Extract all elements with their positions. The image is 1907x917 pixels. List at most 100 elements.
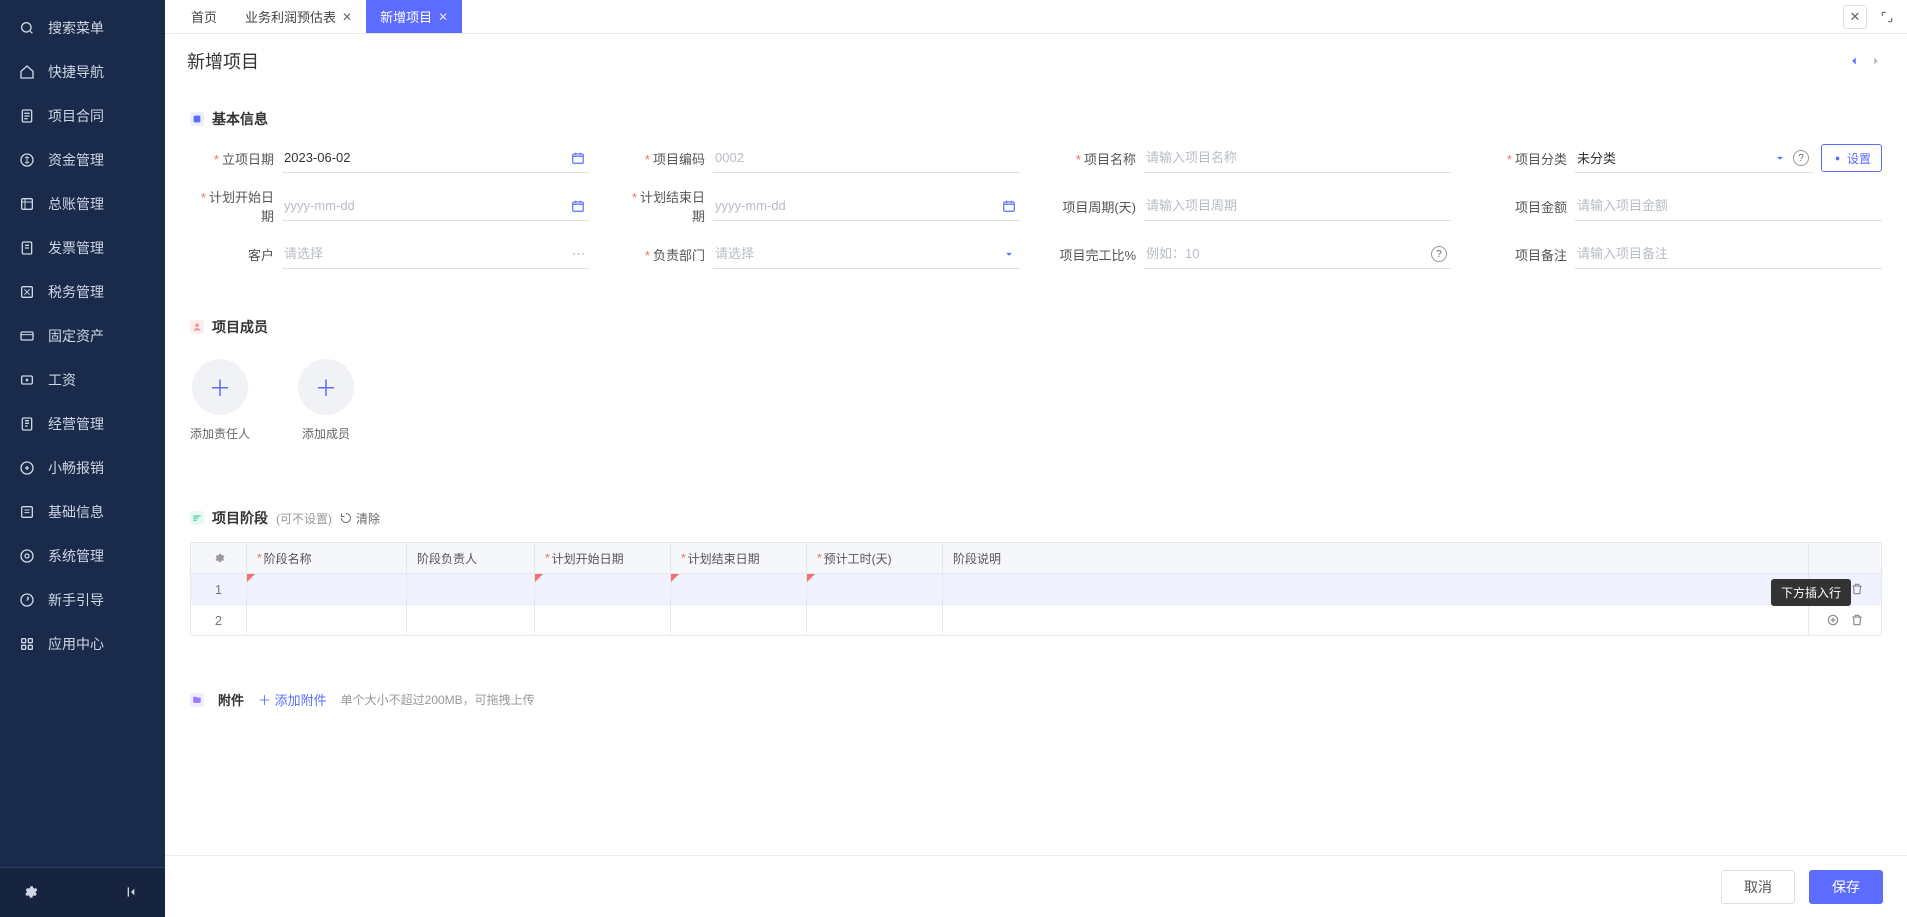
- sidebar-item-0[interactable]: 搜索菜单: [0, 6, 165, 50]
- add-member-button[interactable]: ＋: [298, 359, 354, 415]
- field-label: *负责部门: [621, 245, 713, 264]
- footer: 取消 保存: [165, 855, 1907, 917]
- save-button[interactable]: 保存: [1809, 870, 1883, 904]
- sidebar-item-14[interactable]: 应用中心: [0, 622, 165, 666]
- sidebar-item-2[interactable]: 项目合同: [0, 94, 165, 138]
- tab-2[interactable]: 新增项目✕: [366, 0, 462, 33]
- sidebar-item-1[interactable]: 快捷导航: [0, 50, 165, 94]
- config-label: 设置: [1847, 150, 1871, 167]
- cell-owner[interactable]: [407, 605, 535, 635]
- add-attachment-label: 添加附件: [275, 693, 327, 708]
- expand-icon[interactable]: [1875, 5, 1899, 29]
- phase-hint: (可不设置): [276, 510, 332, 527]
- calendar-icon[interactable]: [571, 199, 585, 213]
- close-icon[interactable]: ✕: [342, 10, 352, 24]
- doc-icon: [18, 107, 36, 125]
- sidebar-item-label: 快捷导航: [48, 62, 104, 82]
- col-desc: 阶段说明: [953, 550, 1001, 567]
- expense-icon: [18, 459, 36, 477]
- chevron-down-icon[interactable]: [1773, 151, 1787, 165]
- calendar-icon[interactable]: [571, 151, 585, 165]
- cell-owner[interactable]: [407, 574, 535, 604]
- cell-days[interactable]: [807, 574, 943, 604]
- tab-0[interactable]: 首页: [177, 0, 231, 33]
- customer-input[interactable]: [282, 239, 589, 269]
- row-num: 2: [191, 605, 247, 635]
- col-name: 阶段名称: [264, 550, 312, 567]
- section-title: 附件: [218, 690, 244, 709]
- table-header: *阶段名称 阶段负责人 *计划开始日期 *计划结束日期 *预计工时(天) 阶段说…: [191, 543, 1881, 574]
- sidebar-item-label: 基础信息: [48, 502, 104, 522]
- tab-label: 首页: [191, 7, 217, 26]
- help-icon[interactable]: ?: [1425, 246, 1447, 262]
- cell-name[interactable]: [247, 574, 407, 604]
- cell-start[interactable]: [535, 574, 671, 604]
- plan_end-input[interactable]: [713, 191, 1020, 221]
- sidebar-item-4[interactable]: 总账管理: [0, 182, 165, 226]
- field-label: 项目周期(天): [1052, 197, 1144, 216]
- next-icon[interactable]: [1867, 52, 1885, 70]
- section-title: 基本信息: [212, 109, 268, 129]
- sidebar-item-11[interactable]: 基础信息: [0, 490, 165, 534]
- sidebar-item-5[interactable]: 发票管理: [0, 226, 165, 270]
- sidebar-item-13[interactable]: 新手引导: [0, 578, 165, 622]
- tab-1[interactable]: 业务利润预估表 ✕: [231, 0, 366, 33]
- page-title: 新增项目: [187, 48, 259, 74]
- cell-end[interactable]: [671, 605, 807, 635]
- add-owner: ＋ 添加责任人: [190, 359, 250, 442]
- field-dept: *负责部门: [621, 239, 1020, 269]
- sidebar-item-10[interactable]: 小畅报销: [0, 446, 165, 490]
- period-input[interactable]: [1144, 191, 1451, 221]
- row-num: 1: [191, 574, 247, 604]
- cell-start[interactable]: [535, 605, 671, 635]
- name-input[interactable]: [1144, 143, 1451, 173]
- col-start: 计划开始日期: [552, 550, 624, 567]
- plan_start-input[interactable]: [282, 191, 589, 221]
- remark-input[interactable]: [1575, 239, 1882, 269]
- cell-desc[interactable]: [943, 574, 1809, 604]
- home-icon: [18, 63, 36, 81]
- tab-label: 业务利润预估表: [245, 7, 336, 26]
- sidebar-item-7[interactable]: 固定资产: [0, 314, 165, 358]
- more-icon[interactable]: ⋯: [572, 246, 585, 262]
- sidebar-item-8[interactable]: 工资: [0, 358, 165, 402]
- sidebar-item-9[interactable]: 经营管理: [0, 402, 165, 446]
- insert-row-icon[interactable]: [1825, 612, 1841, 628]
- close-icon[interactable]: ✕: [438, 10, 448, 24]
- add-owner-button[interactable]: ＋: [192, 359, 248, 415]
- chevron-down-icon[interactable]: [1002, 247, 1016, 261]
- progress-input[interactable]: [1144, 239, 1451, 269]
- cell-days[interactable]: [807, 605, 943, 635]
- setup_date-input[interactable]: [282, 143, 589, 173]
- clear-button[interactable]: 清除: [340, 510, 380, 527]
- cancel-button[interactable]: 取消: [1721, 870, 1795, 904]
- collapse-icon[interactable]: [125, 884, 143, 902]
- folder-icon: [190, 693, 204, 707]
- code-input[interactable]: [713, 143, 1020, 173]
- tax-icon: [18, 283, 36, 301]
- gear-icon[interactable]: [22, 884, 40, 902]
- field-code: *项目编码: [621, 143, 1020, 173]
- help-icon[interactable]: ?: [1787, 150, 1809, 166]
- delete-row-icon[interactable]: [1849, 612, 1865, 628]
- field-label: *立项日期: [190, 149, 282, 168]
- dept-input[interactable]: [713, 239, 1020, 269]
- sidebar-item-12[interactable]: 系统管理: [0, 534, 165, 578]
- cell-end[interactable]: [671, 574, 807, 604]
- close-icon[interactable]: ✕: [1843, 5, 1867, 29]
- section-phase: 项目阶段 (可不设置) 清除 下方插入行 *阶段名称 阶段负责人: [187, 489, 1885, 643]
- sidebar-item-3[interactable]: 资金管理: [0, 138, 165, 182]
- prev-icon[interactable]: [1845, 52, 1863, 70]
- delete-row-icon[interactable]: [1849, 581, 1865, 597]
- config-button[interactable]: 设置: [1821, 144, 1882, 172]
- section-icon: [190, 112, 204, 126]
- gear-icon[interactable]: [211, 550, 227, 566]
- cell-desc[interactable]: [943, 605, 1809, 635]
- section-basic: 基本信息 *立项日期*项目编码*项目名称*项目分类?设置*计划开始日期*计划结束…: [187, 90, 1885, 276]
- tooltip: 下方插入行: [1771, 579, 1851, 606]
- cell-name[interactable]: [247, 605, 407, 635]
- amount-input[interactable]: [1575, 191, 1882, 221]
- sidebar-item-6[interactable]: 税务管理: [0, 270, 165, 314]
- calendar-icon[interactable]: [1002, 199, 1016, 213]
- add-attachment-button[interactable]: ＋ 添加附件: [258, 690, 327, 709]
